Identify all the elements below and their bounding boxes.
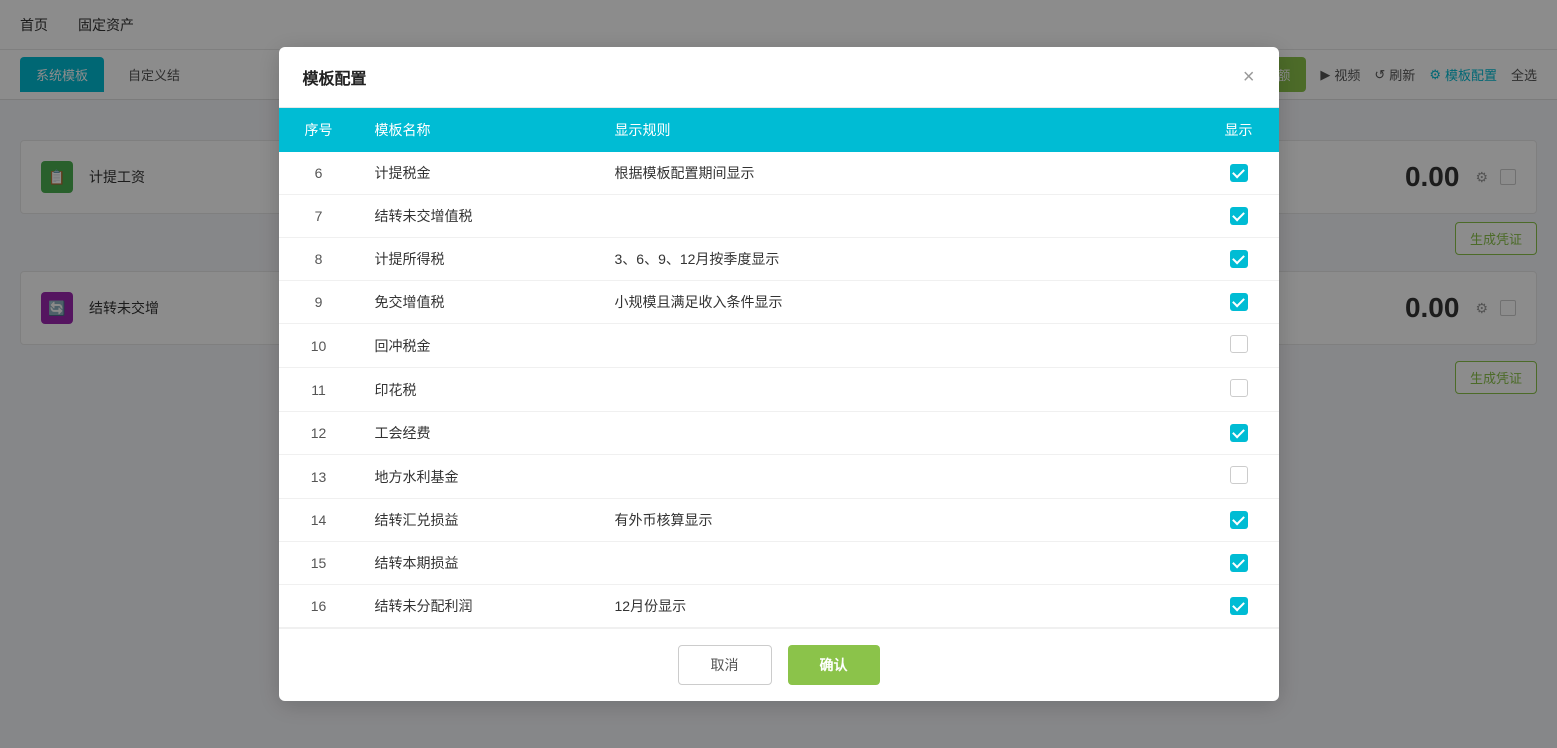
checkbox-row-15[interactable]: [1230, 554, 1248, 572]
modal-footer: 取消 确认: [279, 628, 1279, 701]
cell-name: 结转本期损益: [359, 542, 599, 585]
config-table: 序号 模板名称 显示规则 显示 6计提税金根据模板配置期间显示7结转未交增值税8…: [279, 108, 1279, 628]
cell-seq: 8: [279, 238, 359, 281]
cell-rule: [599, 195, 1199, 238]
table-row: 12工会经费: [279, 412, 1279, 455]
cell-seq: 6: [279, 152, 359, 195]
cell-name: 回冲税金: [359, 324, 599, 368]
col-name: 模板名称: [359, 108, 599, 152]
cell-seq: 14: [279, 499, 359, 542]
table-body: 6计提税金根据模板配置期间显示7结转未交增值税8计提所得税3、6、9、12月按季…: [279, 152, 1279, 628]
checkbox-row-13[interactable]: [1230, 466, 1248, 484]
cell-display: [1199, 195, 1279, 238]
cell-rule: 有外币核算显示: [599, 499, 1199, 542]
cancel-button[interactable]: 取消: [678, 645, 772, 685]
cell-rule: 根据模板配置期间显示: [599, 152, 1199, 195]
cell-rule: [599, 324, 1199, 368]
table-row: 8计提所得税3、6、9、12月按季度显示: [279, 238, 1279, 281]
col-rule: 显示规则: [599, 108, 1199, 152]
cell-rule: 小规模且满足收入条件显示: [599, 281, 1199, 324]
cell-display: [1199, 152, 1279, 195]
cell-display: [1199, 238, 1279, 281]
checkbox-row-8[interactable]: [1230, 250, 1248, 268]
modal-header: 模板配置 ×: [279, 47, 1279, 108]
checkbox-row-7[interactable]: [1230, 207, 1248, 225]
close-icon[interactable]: ×: [1243, 67, 1255, 87]
checkbox-row-11[interactable]: [1230, 379, 1248, 397]
cell-display: [1199, 324, 1279, 368]
cell-display: [1199, 542, 1279, 585]
confirm-button[interactable]: 确认: [788, 645, 880, 685]
table-row: 14结转汇兑损益有外币核算显示: [279, 499, 1279, 542]
table-row: 16结转未分配利润12月份显示: [279, 585, 1279, 628]
cell-name: 结转未分配利润: [359, 585, 599, 628]
cell-seq: 15: [279, 542, 359, 585]
cell-rule: [599, 455, 1199, 499]
cell-name: 地方水利基金: [359, 455, 599, 499]
cell-rule: 3、6、9、12月按季度显示: [599, 238, 1199, 281]
cell-name: 计提所得税: [359, 238, 599, 281]
cell-seq: 9: [279, 281, 359, 324]
cell-name: 结转汇兑损益: [359, 499, 599, 542]
cell-name: 印花税: [359, 368, 599, 412]
config-table-wrapper[interactable]: 序号 模板名称 显示规则 显示 6计提税金根据模板配置期间显示7结转未交增值税8…: [279, 108, 1279, 628]
cell-name: 结转未交增值税: [359, 195, 599, 238]
cell-seq: 16: [279, 585, 359, 628]
cell-display: [1199, 499, 1279, 542]
template-config-modal: 模板配置 × 序号 模板名称 显示规则 显示 6计提税金根据模板配置期间显示7结…: [279, 47, 1279, 701]
checkbox-row-12[interactable]: [1230, 424, 1248, 442]
cell-display: [1199, 412, 1279, 455]
cell-name: 免交增值税: [359, 281, 599, 324]
cell-display: [1199, 368, 1279, 412]
cell-rule: 12月份显示: [599, 585, 1199, 628]
table-row: 15结转本期损益: [279, 542, 1279, 585]
checkbox-row-9[interactable]: [1230, 293, 1248, 311]
cell-seq: 7: [279, 195, 359, 238]
cell-name: 工会经费: [359, 412, 599, 455]
modal-title: 模板配置: [303, 65, 367, 89]
cell-seq: 10: [279, 324, 359, 368]
table-row: 7结转未交增值税: [279, 195, 1279, 238]
table-row: 6计提税金根据模板配置期间显示: [279, 152, 1279, 195]
cell-display: [1199, 585, 1279, 628]
col-seq: 序号: [279, 108, 359, 152]
cell-display: [1199, 455, 1279, 499]
cell-seq: 13: [279, 455, 359, 499]
checkbox-row-16[interactable]: [1230, 597, 1248, 615]
table-row: 13地方水利基金: [279, 455, 1279, 499]
cell-seq: 11: [279, 368, 359, 412]
checkbox-row-6[interactable]: [1230, 164, 1248, 182]
modal-overlay: 模板配置 × 序号 模板名称 显示规则 显示 6计提税金根据模板配置期间显示7结…: [0, 0, 1557, 748]
checkbox-row-10[interactable]: [1230, 335, 1248, 353]
table-row: 11印花税: [279, 368, 1279, 412]
table-row: 10回冲税金: [279, 324, 1279, 368]
table-header: 序号 模板名称 显示规则 显示: [279, 108, 1279, 152]
cell-rule: [599, 542, 1199, 585]
cell-rule: [599, 368, 1199, 412]
cell-rule: [599, 412, 1199, 455]
cell-display: [1199, 281, 1279, 324]
checkbox-row-14[interactable]: [1230, 511, 1248, 529]
table-row: 9免交增值税小规模且满足收入条件显示: [279, 281, 1279, 324]
col-display: 显示: [1199, 108, 1279, 152]
cell-seq: 12: [279, 412, 359, 455]
cell-name: 计提税金: [359, 152, 599, 195]
